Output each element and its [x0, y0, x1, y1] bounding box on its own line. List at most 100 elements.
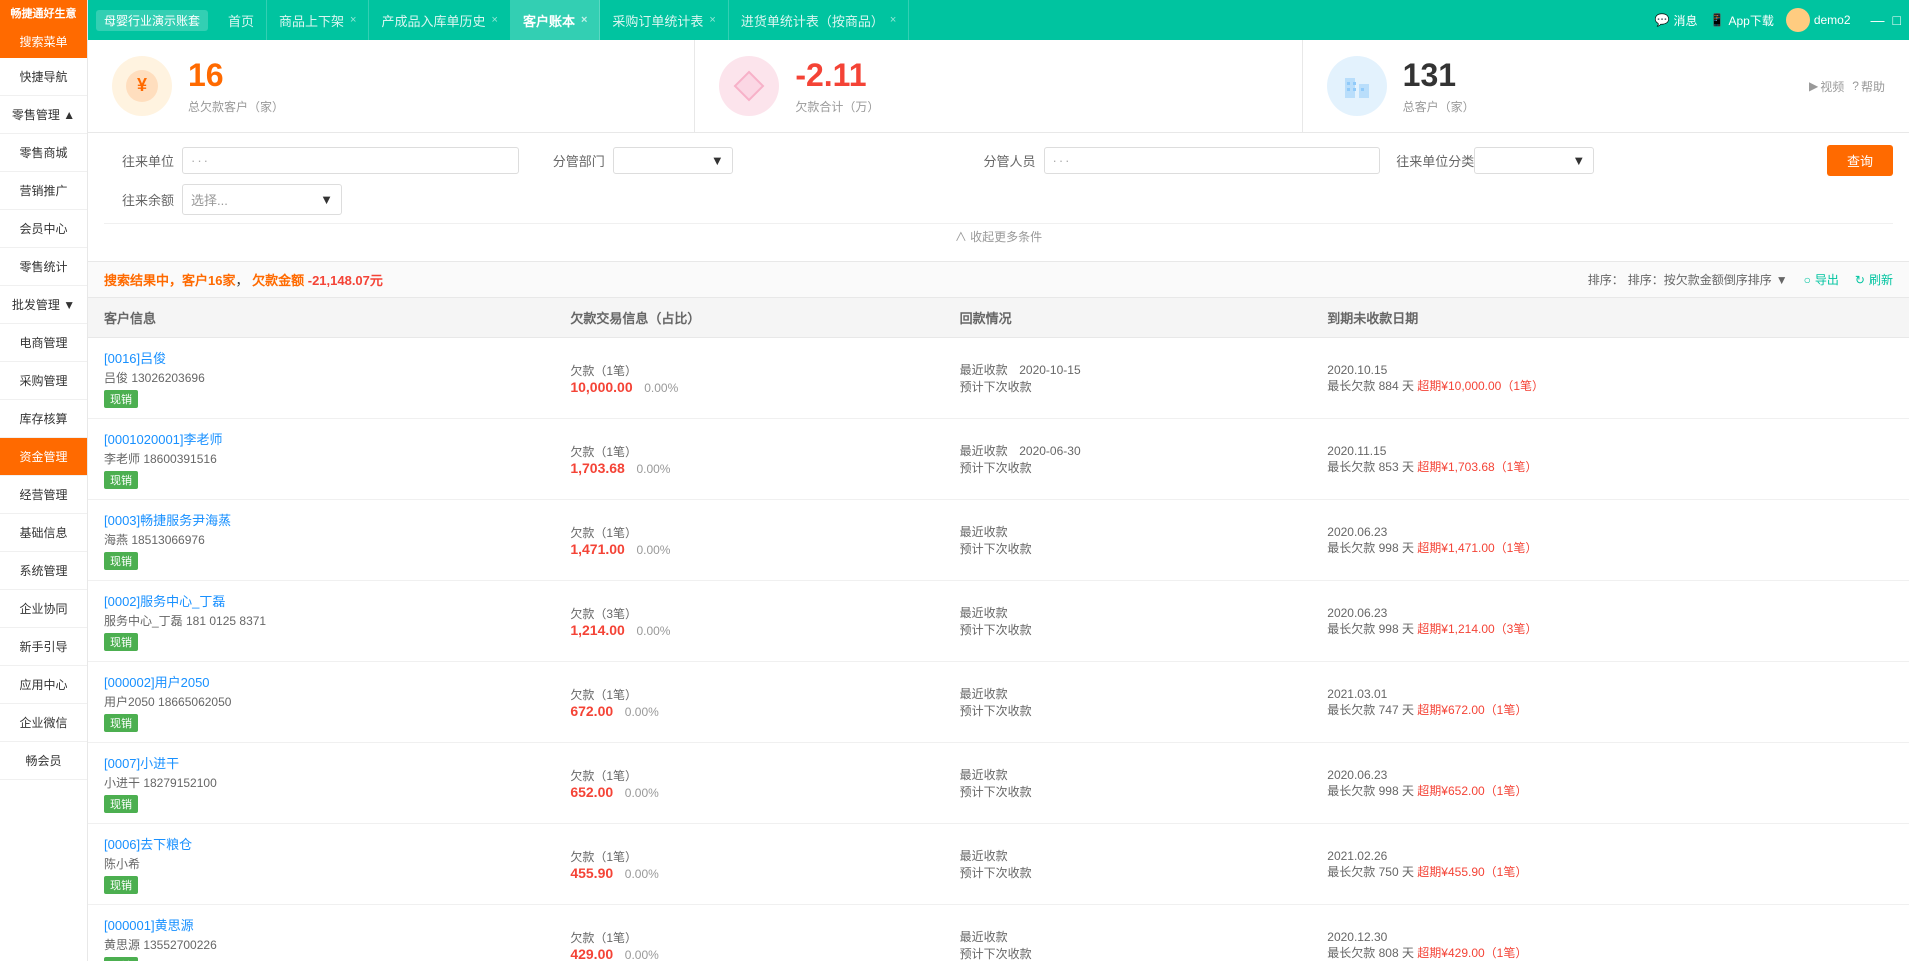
sidebar-item-retail-mgmt[interactable]: 零售管理 ▲: [0, 96, 87, 134]
overdue-amount-link[interactable]: 超期¥455.90（1笔）: [1417, 865, 1527, 879]
collapse-btn[interactable]: ∧ 收起更多条件: [104, 223, 1893, 249]
sidebar-item-wechat[interactable]: 企业微信: [0, 704, 87, 742]
tab-product-history[interactable]: 产成品入库单历史 ×: [369, 0, 510, 40]
sidebar-item-retail-stats[interactable]: 零售统计: [0, 248, 87, 286]
sidebar-item-finance[interactable]: 资金管理: [0, 438, 87, 476]
sidebar-item-basic-info[interactable]: 基础信息: [0, 514, 87, 552]
app-download-action[interactable]: 📱 App下载: [1710, 12, 1774, 29]
customer-info-cell: [0001020001]李老师 李老师 18600391516 现销: [88, 419, 554, 500]
sort-selector[interactable]: 排序： 排序：按欠款金额倒序排序 ▼: [1588, 271, 1788, 288]
overdue-amount-link[interactable]: 超期¥429.00（1笔）: [1417, 946, 1527, 960]
overdue-amount-link[interactable]: 超期¥672.00（1笔）: [1417, 703, 1527, 717]
refresh-button[interactable]: ↻ 刷新: [1855, 271, 1893, 288]
next-payment: 预计下次收款: [960, 621, 1296, 638]
export-button[interactable]: ○ 导出: [1804, 271, 1839, 288]
last-payment: 最近收款: [960, 928, 1296, 945]
unit-category-select[interactable]: ▼: [1474, 147, 1594, 174]
tab-close-icon[interactable]: ×: [890, 14, 896, 26]
customer-contact: 服务中心_丁磊 181 0125 8371: [104, 612, 538, 629]
sidebar-item-guide[interactable]: 新手引导: [0, 628, 87, 666]
sidebar-item-inventory[interactable]: 库存核算: [0, 400, 87, 438]
tab-goods-stats[interactable]: 进货单统计表（按商品） ×: [729, 0, 909, 40]
overdue-days: 最长欠款 808 天: [1327, 946, 1417, 960]
sidebar-item-app-center[interactable]: 应用中心: [0, 666, 87, 704]
customer-id[interactable]: [0002]服务中心_丁磊: [104, 591, 538, 610]
balance-select[interactable]: 选择... ▼: [182, 184, 342, 215]
results-summary: 搜索结果中，客户16家， 欠款金额 -21,148.07元: [104, 270, 383, 289]
sidebar-item-member[interactable]: 会员中心: [0, 210, 87, 248]
debt-amount: 455.90: [570, 865, 613, 881]
due-date-cell: 2020.11.15 最长欠款 853 天 超期¥1,703.68（1笔）: [1311, 419, 1909, 500]
customer-id[interactable]: [000002]用户2050: [104, 672, 538, 691]
dept-select[interactable]: ▼: [613, 147, 733, 174]
sidebar-item-system[interactable]: 系统管理: [0, 552, 87, 590]
sidebar-item-label: 营销推广: [19, 184, 67, 198]
last-payment-label: 最近收款: [960, 606, 1008, 620]
sidebar-item-corp-collab[interactable]: 企业协同: [0, 590, 87, 628]
sidebar-item-retail-mall[interactable]: 零售商城: [0, 134, 87, 172]
message-action[interactable]: 💬 消息: [1655, 12, 1698, 29]
search-button[interactable]: 查询: [1827, 145, 1893, 176]
customer-tag: 现销: [104, 714, 138, 732]
stat-info-1: 16 总欠款客户（家）: [188, 57, 284, 115]
tab-close-icon[interactable]: ×: [350, 14, 356, 26]
customer-id[interactable]: [0007]小进干: [104, 753, 538, 772]
sidebar-search[interactable]: 搜索菜单: [0, 29, 87, 58]
overdue-amount-link[interactable]: 超期¥1,471.00（1笔）: [1417, 541, 1537, 555]
manager-label: 分管人员: [966, 151, 1036, 170]
tab-home[interactable]: 首页: [216, 0, 267, 40]
sidebar-item-ecommerce[interactable]: 电商管理: [0, 324, 87, 362]
overdue-amount-link[interactable]: 超期¥10,000.00（1笔）: [1417, 379, 1544, 393]
filter-row-1: 往来单位 ··· 分管部门 ▼ 分管人员 ···: [104, 145, 1893, 176]
overdue-amount-link[interactable]: 超期¥1,214.00（3笔）: [1417, 622, 1537, 636]
mobile-icon: 📱: [1710, 13, 1725, 27]
sidebar-item-label: 系统管理: [19, 564, 67, 578]
customer-id[interactable]: [0003]畅捷服务尹海蒸: [104, 510, 538, 529]
table-row: [000002]用户2050 用户2050 18665062050 现销 欠款（…: [88, 662, 1909, 743]
customer-contact: 吕俊 13026203696: [104, 369, 538, 386]
debt-row: 1,703.68 0.00%: [570, 460, 927, 476]
overdue-amount-link[interactable]: 超期¥1,703.68（1笔）: [1417, 460, 1537, 474]
tab-close-icon[interactable]: ×: [581, 14, 587, 26]
tab-close-icon[interactable]: ×: [709, 14, 715, 26]
sidebar-item-wholesale[interactable]: 批发管理 ▼: [0, 286, 87, 324]
repayment-cell: 最近收款 预计下次收款: [944, 581, 1312, 662]
source-unit-input[interactable]: ···: [182, 147, 519, 174]
tab-product-status[interactable]: 商品上下架 ×: [267, 0, 369, 40]
customer-contact: 海燕 18513066976: [104, 531, 538, 548]
sidebar-item-label: 企业微信: [19, 716, 67, 730]
customer-id[interactable]: [0016]吕俊: [104, 348, 538, 367]
filter-row-2: 往来余额 选择... ▼: [104, 184, 1893, 215]
debt-pct: 0.00%: [644, 381, 678, 395]
video-action[interactable]: ▶ 视频: [1809, 78, 1844, 95]
last-payment-date: 2020-06-30: [1019, 444, 1080, 458]
maximize-icon[interactable]: □: [1893, 12, 1901, 28]
overdue-row: 最长欠款 998 天 超期¥1,214.00（3笔）: [1327, 620, 1893, 637]
help-action[interactable]: ? 帮助: [1852, 78, 1885, 95]
minimize-icon[interactable]: —: [1871, 12, 1885, 28]
tab-close-icon[interactable]: ×: [492, 14, 498, 26]
overdue-amount-link[interactable]: 超期¥652.00（1笔）: [1417, 784, 1527, 798]
sidebar-item-member-pro[interactable]: 畅会员: [0, 742, 87, 780]
sidebar-item-label: 应用中心: [19, 678, 67, 692]
sidebar-item-quick-nav[interactable]: 快捷导航: [0, 58, 87, 96]
debt-amount: 1,703.68: [570, 460, 625, 476]
customer-id[interactable]: [000001]黄思源: [104, 915, 538, 934]
user-action[interactable]: demo2: [1786, 8, 1851, 32]
manager-input[interactable]: ···: [1044, 147, 1381, 174]
filter-manager: 分管人员 ···: [966, 147, 1381, 174]
stats-bar: ¥ 16 总欠款客户（家） -2.11 欠款合计（万）: [88, 40, 1909, 133]
main-area: 母婴行业演示账套 首页 商品上下架 × 产成品入库单历史 × 客户账本 × 采购…: [88, 0, 1909, 961]
repayment-cell: 最近收款 预计下次收款: [944, 743, 1312, 824]
sidebar-item-label: 企业协同: [19, 602, 67, 616]
sidebar-item-purchase[interactable]: 采购管理: [0, 362, 87, 400]
tab-customer-account[interactable]: 客户账本 ×: [511, 0, 600, 40]
sidebar-item-label: 库存核算: [19, 412, 67, 426]
sidebar-item-label: 畅会员: [25, 754, 61, 768]
tab-purchase-stats[interactable]: 采购订单统计表 ×: [600, 0, 728, 40]
sidebar-item-operations[interactable]: 经营管理: [0, 476, 87, 514]
customer-id[interactable]: [0001020001]李老师: [104, 429, 538, 448]
stat-info-2: -2.11 欠款合计（万）: [795, 57, 879, 115]
customer-id[interactable]: [0006]去下粮仓: [104, 834, 538, 853]
sidebar-item-marketing[interactable]: 营销推广: [0, 172, 87, 210]
